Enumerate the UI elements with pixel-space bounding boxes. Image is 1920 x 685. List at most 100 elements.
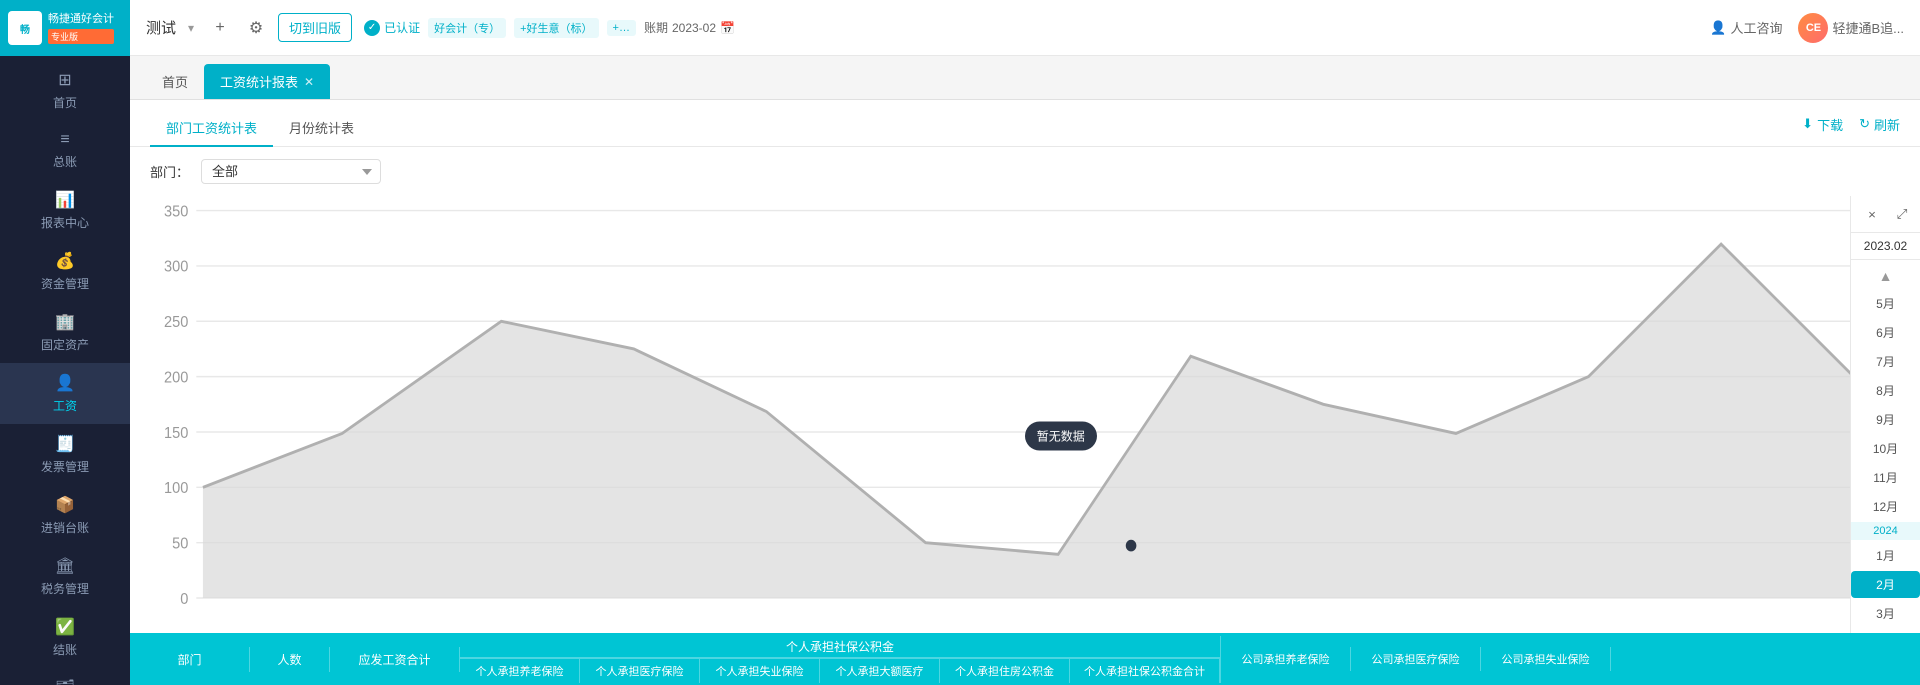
month-5[interactable]: 5月 xyxy=(1851,290,1920,317)
tab-salary-label: 工资统计报表 xyxy=(220,72,298,91)
filterbar: 部门： 全部 销售部 研发部 财务部 人事部 xyxy=(130,147,1920,196)
download-icon: ⬇ xyxy=(1802,116,1813,132)
date-panel-year: 2023.02 xyxy=(1851,233,1920,260)
download-button[interactable]: ⬇ 下载 xyxy=(1802,115,1843,134)
tag-good-business: +好生意（标） xyxy=(514,18,598,38)
sidebar-item-label: 结账 xyxy=(53,641,77,658)
sidebar-item-tax[interactable]: 🏛 税务管理 xyxy=(0,546,130,607)
sidebar-item-label: 固定资产 xyxy=(41,336,89,353)
month-2-active[interactable]: 2月 xyxy=(1851,571,1920,598)
month-7[interactable]: 7月 xyxy=(1851,348,1920,375)
sidebar-item-label: 进销台账 xyxy=(41,519,89,536)
svg-text:150: 150 xyxy=(164,424,188,442)
settlement-icon: ✅ xyxy=(55,617,75,637)
old-version-button[interactable]: 切到旧版 xyxy=(278,13,352,42)
sidebar-item-fund-management[interactable]: 💰 资金管理 xyxy=(0,241,130,302)
logo-badge: 专业版 xyxy=(48,29,114,44)
main-content: 测试 ▾ + ⚙ 切到旧版 已认证 好会计（专） +好生意（标） +… 账期 2… xyxy=(130,0,1920,685)
sidebar-item-home[interactable]: ⊞ 首页 xyxy=(0,60,130,121)
th-personal-social-total: 个人承担社保公积金合计 xyxy=(1070,658,1220,683)
tax-icon: 🏛 xyxy=(55,556,75,576)
date-nav-up[interactable]: ▲ xyxy=(1875,264,1897,288)
add-button[interactable]: + xyxy=(206,14,234,42)
date-panel-nav: ▲ 5月 6月 7月 8月 9月 10月 11月 12月 2024 1月 2月 … xyxy=(1851,260,1920,633)
tab-home-label: 首页 xyxy=(162,72,188,91)
sidebar-item-sales-ledger[interactable]: 📦 进销台账 xyxy=(0,485,130,546)
sidebar-item-label: 发票管理 xyxy=(41,458,89,475)
sidebar: 畅 畅捷通好会计 专业版 ⊞ 首页 ≡ 总账 📊 报表中心 💰 资金管理 🏢 固… xyxy=(0,0,130,685)
sidebar-item-archive[interactable]: 🗂 归档管理 xyxy=(0,668,130,685)
sidebar-item-report-center[interactable]: 📊 报表中心 xyxy=(0,180,130,241)
month-6[interactable]: 6月 xyxy=(1851,319,1920,346)
ai-label: 人工咨询 xyxy=(1730,18,1782,37)
ledger-icon: ≡ xyxy=(60,131,69,149)
month-4[interactable]: 4月 xyxy=(1851,629,1920,633)
th-personal-major-medical: 个人承担大额医疗 xyxy=(820,658,940,683)
user-profile-button[interactable]: CE 轻捷通B追... xyxy=(1798,13,1904,43)
sidebar-item-invoice[interactable]: 🧾 发票管理 xyxy=(0,424,130,485)
period-label: 账期 xyxy=(644,19,668,36)
th-personal-social-label: 个人承担社保公积金 xyxy=(460,636,1220,658)
logo-text: 畅捷通好会计 专业版 xyxy=(48,12,114,43)
month-9[interactable]: 9月 xyxy=(1851,406,1920,433)
th-personal-unemployment: 个人承担失业保险 xyxy=(700,658,820,683)
panel-close-button[interactable]: × xyxy=(1858,200,1886,228)
dept-filter-label: 部门： xyxy=(150,162,189,181)
logo-icon: 畅 xyxy=(8,11,42,45)
refresh-label: 刷新 xyxy=(1874,115,1900,134)
dept-filter-select[interactable]: 全部 销售部 研发部 财务部 人事部 xyxy=(201,159,381,184)
sidebar-item-label: 总账 xyxy=(53,153,77,170)
sidebar-nav: ⊞ 首页 ≡ 总账 📊 报表中心 💰 资金管理 🏢 固定资产 👤 工资 🧾 发票… xyxy=(0,56,130,685)
tab-close-icon[interactable]: ✕ xyxy=(304,75,314,89)
right-date-panel: × ⤢ 2023.02 ▲ 5月 6月 7月 8月 9月 10月 11月 12月… xyxy=(1850,196,1920,633)
topbar-dropdown-arrow[interactable]: ▾ xyxy=(188,21,194,35)
ai-assistant-button[interactable]: 👤 人工咨询 xyxy=(1710,18,1782,37)
th-personal-social-group: 个人承担社保公积金 个人承担养老保险 个人承担医疗保险 个人承担失业保险 个人承… xyxy=(460,636,1221,683)
topbar-title: 测试 xyxy=(146,17,176,38)
sidebar-item-fixed-assets[interactable]: 🏢 固定资产 xyxy=(0,302,130,363)
sidebar-item-general-ledger[interactable]: ≡ 总账 xyxy=(0,121,130,180)
svg-text:100: 100 xyxy=(164,480,188,498)
svg-text:250: 250 xyxy=(164,314,188,332)
sidebar-item-settlement[interactable]: ✅ 结账 xyxy=(0,607,130,668)
fund-icon: 💰 xyxy=(55,251,75,271)
sidebar-item-payroll[interactable]: 👤 工资 xyxy=(0,363,130,424)
th-personal-pension: 个人承担养老保险 xyxy=(460,658,580,683)
tab-home[interactable]: 首页 xyxy=(146,64,204,99)
th-personal-social-children: 个人承担养老保险 个人承担医疗保险 个人承担失业保险 个人承担大额医疗 个人承担… xyxy=(460,658,1220,683)
subtab-group: 部门工资统计表 月份统计表 xyxy=(150,110,370,146)
month-3[interactable]: 3月 xyxy=(1851,600,1920,627)
settings-gear-button[interactable]: ⚙ xyxy=(242,14,270,42)
panel-expand-button[interactable]: ⤢ xyxy=(1888,200,1916,228)
sidebar-item-label: 税务管理 xyxy=(41,580,89,597)
calendar-icon[interactable]: 📅 xyxy=(720,21,735,35)
month-8[interactable]: 8月 xyxy=(1851,377,1920,404)
chart-area: 350 300 250 200 150 100 50 0 暂无数据 xyxy=(130,196,1920,633)
th-company-pension: 公司承担养老保险 xyxy=(1221,647,1351,671)
year-2024[interactable]: 2024 xyxy=(1851,522,1920,540)
tabbar: 首页 工资统计报表 ✕ xyxy=(130,56,1920,100)
sidebar-item-label: 资金管理 xyxy=(41,275,89,292)
th-headcount: 人数 xyxy=(250,647,330,672)
subtab-actions: ⬇ 下载 ↻ 刷新 xyxy=(1802,115,1900,142)
user-avatar: CE xyxy=(1798,13,1828,43)
svg-text:350: 350 xyxy=(164,203,188,221)
assets-icon: 🏢 xyxy=(55,312,75,332)
month-11[interactable]: 11月 xyxy=(1851,464,1920,491)
month-12[interactable]: 12月 xyxy=(1851,493,1920,520)
th-personal-housing-fund: 个人承担住房公积金 xyxy=(940,658,1070,683)
invoice-icon: 🧾 xyxy=(55,434,75,454)
refresh-button[interactable]: ↻ 刷新 xyxy=(1859,115,1900,134)
month-1[interactable]: 1月 xyxy=(1851,542,1920,569)
tab-salary-report[interactable]: 工资统计报表 ✕ xyxy=(204,64,330,99)
report-icon: 📊 xyxy=(55,190,75,210)
subtab-dept-salary[interactable]: 部门工资统计表 xyxy=(150,110,273,147)
topbar-actions: + ⚙ 切到旧版 xyxy=(206,13,352,42)
subtab-monthly[interactable]: 月份统计表 xyxy=(273,110,370,147)
month-10[interactable]: 10月 xyxy=(1851,435,1920,462)
th-personal-medical: 个人承担医疗保险 xyxy=(580,658,700,683)
tag-more: +… xyxy=(607,20,636,36)
svg-text:50: 50 xyxy=(172,535,188,553)
salary-chart: 350 300 250 200 150 100 50 0 xyxy=(130,196,1920,633)
refresh-icon: ↻ xyxy=(1859,116,1870,132)
